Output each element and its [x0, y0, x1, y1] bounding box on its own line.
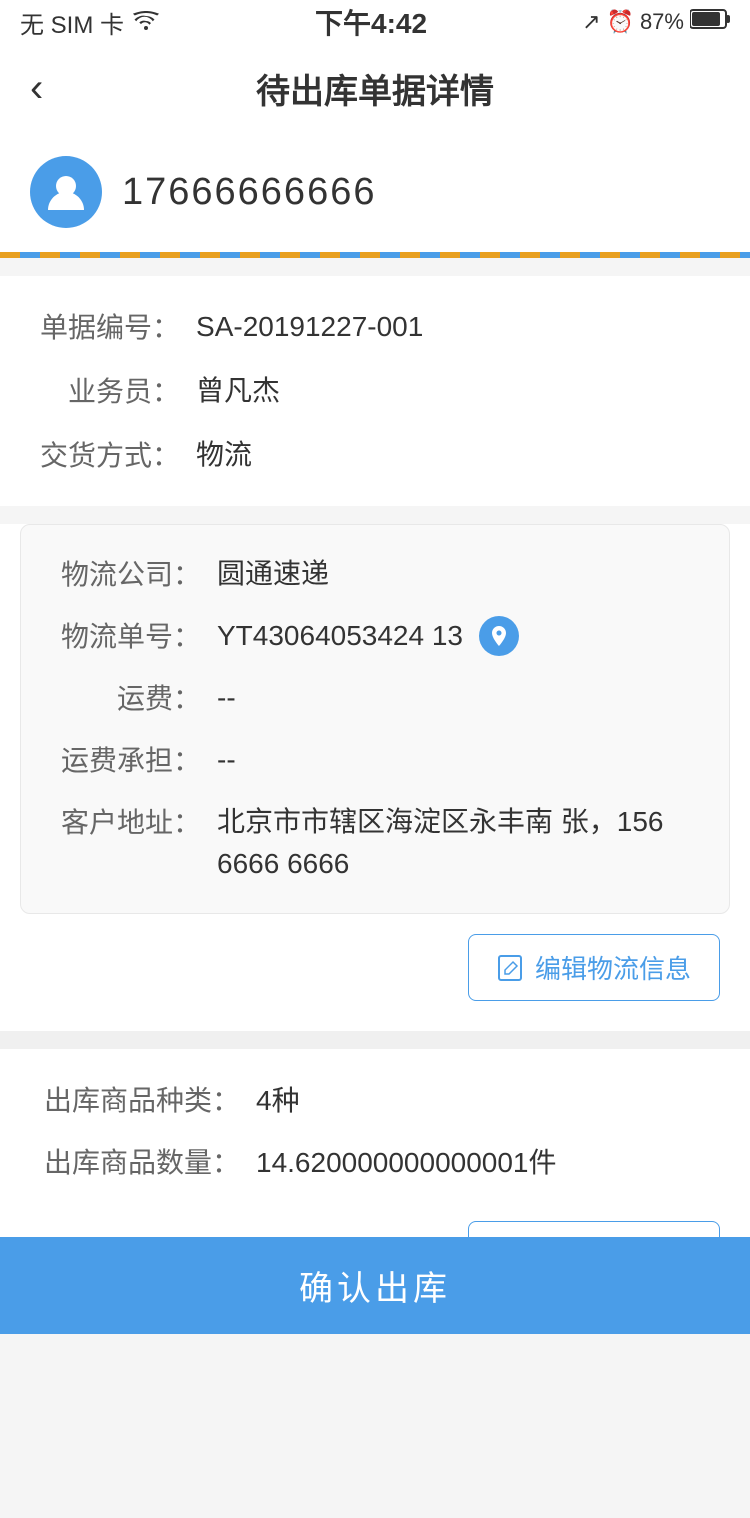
- location-status-icon: ↗: [582, 9, 600, 35]
- salesperson-value: 曾凡杰: [196, 370, 710, 412]
- status-time: 下午4:42: [315, 2, 427, 42]
- status-bar: 无 SIM 卡 下午4:42 ↗ ⏰ 87%: [0, 0, 750, 44]
- edit-logistics-button[interactable]: 编辑物流信息: [468, 934, 720, 1001]
- freight-bearer-row: 运费承担： --: [51, 739, 699, 781]
- address-row: 客户地址： 北京市市辖区海淀区永丰南 张，156 6666 6666: [51, 801, 699, 885]
- address-value: 北京市市辖区海淀区永丰南 张，156 6666 6666: [217, 801, 699, 885]
- tracking-number-text: YT43064053424 13: [217, 615, 463, 657]
- logistics-tracking-label: 物流单号：: [51, 615, 201, 655]
- salesperson-row: 业务员： 曾凡杰: [40, 370, 710, 412]
- order-info-section: 单据编号： SA-20191227-001 业务员： 曾凡杰 交货方式： 物流: [0, 276, 750, 506]
- map-pin-icon: [487, 624, 511, 648]
- freight-bearer-label: 运费承担：: [51, 739, 201, 779]
- status-left: 无 SIM 卡: [20, 5, 160, 40]
- section-divider-1: [0, 1031, 750, 1049]
- avatar: [30, 156, 102, 228]
- person-icon: [44, 170, 88, 214]
- logistics-tracking-row: 物流单号： YT43064053424 13: [51, 615, 699, 657]
- user-row: 17666666666: [0, 132, 750, 252]
- alarm-icon: ⏰: [607, 9, 634, 35]
- edit-btn-row: 编辑物流信息: [0, 914, 750, 1031]
- salesperson-label: 业务员：: [40, 370, 180, 410]
- edit-icon: [497, 954, 525, 982]
- back-button[interactable]: ‹: [30, 68, 43, 108]
- freight-row: 运费： --: [51, 677, 699, 719]
- battery-text: 87%: [640, 9, 684, 35]
- delivery-label: 交货方式：: [40, 434, 180, 474]
- category-value: 4种: [256, 1079, 300, 1119]
- logistics-card: 物流公司： 圆通速递 物流单号： YT43064053424 13 运费： --…: [20, 524, 730, 914]
- category-row: 出库商品种类： 4种: [40, 1079, 710, 1119]
- confirm-btn-container: 确认出库: [0, 1237, 750, 1334]
- logistics-company-value: 圆通速递: [217, 553, 699, 595]
- status-right: ↗ ⏰ 87%: [582, 8, 730, 36]
- confirm-outbound-button[interactable]: 确认出库: [0, 1261, 750, 1310]
- tracking-location-icon[interactable]: [479, 616, 519, 656]
- logistics-company-label: 物流公司：: [51, 553, 201, 593]
- battery-icon: [690, 8, 730, 36]
- category-label: 出库商品种类：: [40, 1079, 240, 1119]
- carrier-text: 无 SIM 卡: [20, 5, 124, 40]
- freight-bearer-value: --: [217, 739, 699, 781]
- edit-logistics-label: 编辑物流信息: [535, 949, 691, 986]
- logistics-company-row: 物流公司： 圆通速递: [51, 553, 699, 595]
- order-number-label: 单据编号：: [40, 306, 180, 346]
- delivery-row: 交货方式： 物流: [40, 434, 710, 476]
- dashed-divider: [0, 252, 750, 258]
- page-title: 待出库单据详情: [256, 64, 494, 113]
- delivery-value: 物流: [196, 434, 710, 476]
- order-number-value: SA-20191227-001: [196, 306, 710, 348]
- user-phone: 17666666666: [122, 171, 376, 214]
- order-number-row: 单据编号： SA-20191227-001: [40, 306, 710, 348]
- address-label: 客户地址：: [51, 801, 201, 841]
- wifi-icon: [132, 8, 160, 37]
- quantity-value: 14.620000000000001件: [256, 1141, 557, 1181]
- freight-value: --: [217, 677, 699, 719]
- quantity-label: 出库商品数量：: [40, 1141, 240, 1181]
- bottom-spacer: [0, 1318, 750, 1518]
- logistics-tracking-value-row: YT43064053424 13: [217, 615, 699, 657]
- outbound-info-section: 出库商品种类： 4种 出库商品数量： 14.620000000000001件: [0, 1049, 750, 1211]
- nav-bar: ‹ 待出库单据详情: [0, 44, 750, 132]
- quantity-row: 出库商品数量： 14.620000000000001件: [40, 1141, 710, 1181]
- freight-label: 运费：: [51, 677, 201, 717]
